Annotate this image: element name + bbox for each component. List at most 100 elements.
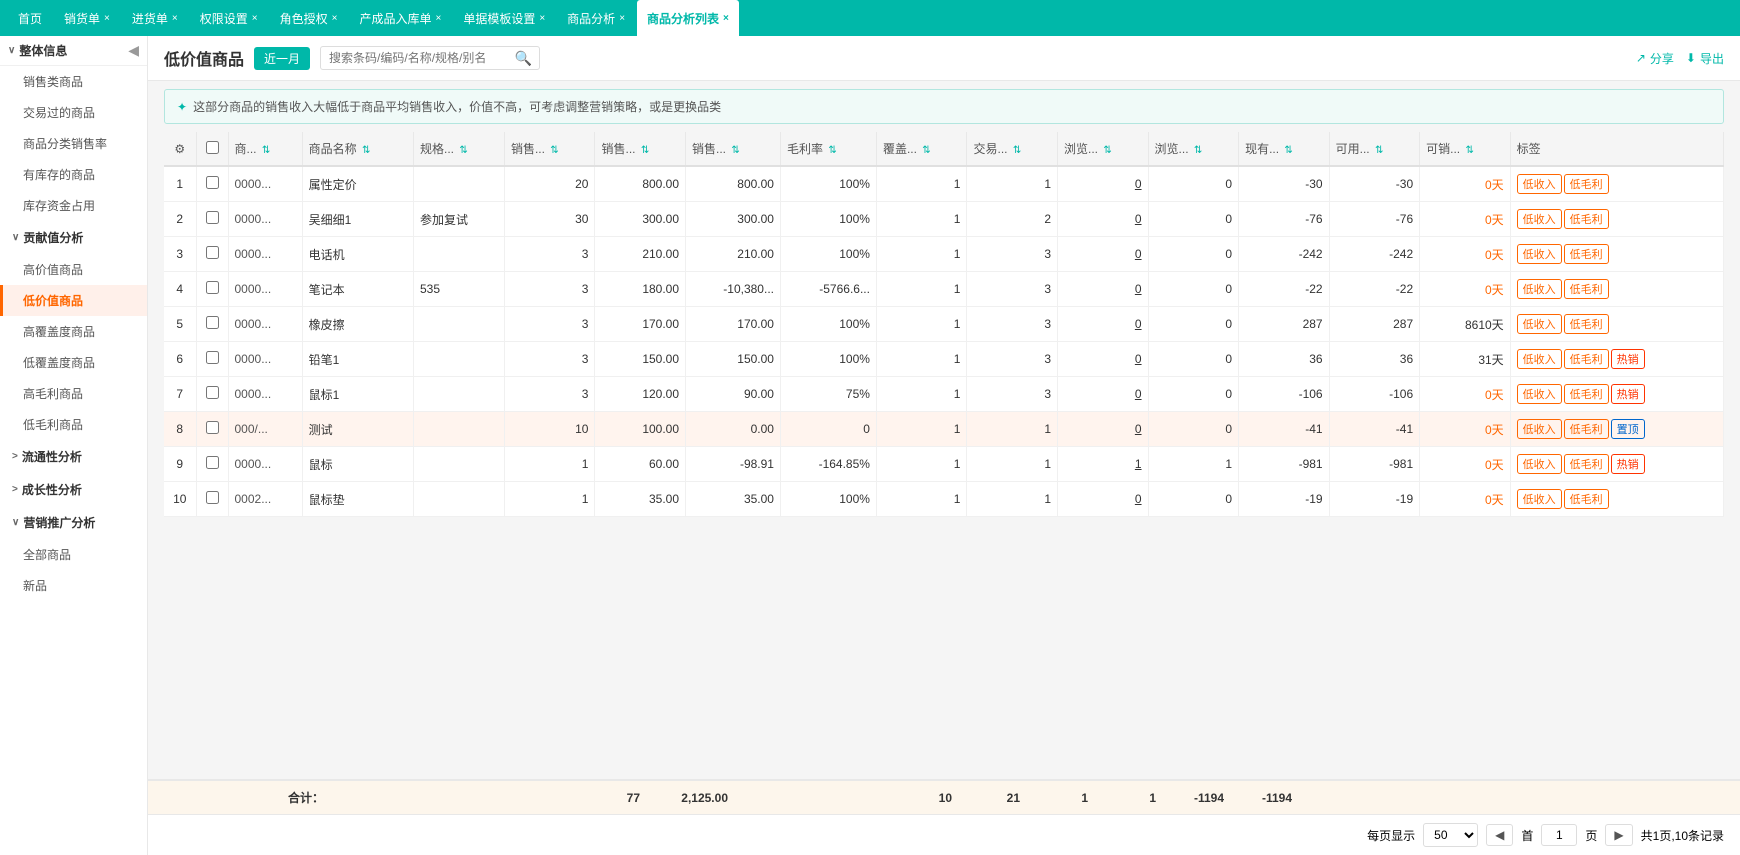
- nav-permissions[interactable]: 权限设置 ×: [190, 0, 268, 36]
- sidebar-item-high-value[interactable]: 高价值商品: [0, 254, 147, 285]
- row-spec: [414, 166, 505, 202]
- footer-s2: 2,125.00: [656, 791, 736, 805]
- nav-product-analysis-list[interactable]: 商品分析列表 ×: [637, 0, 739, 36]
- next-page-btn[interactable]: ▶: [1605, 824, 1632, 846]
- row-checkbox[interactable]: [196, 377, 228, 412]
- sidebar-item-sales-goods[interactable]: 销售类商品: [0, 66, 147, 97]
- tag-badge: 低毛利: [1564, 314, 1609, 334]
- col-name: 商品名称 ⇅: [302, 132, 413, 166]
- footer-browse2: 1: [1104, 791, 1164, 805]
- table-row: 6 0000... 铅笔1 3 150.00 150.00 100% 1 3 0…: [164, 342, 1724, 377]
- sidebar-group-growth[interactable]: > 成长性分析: [0, 473, 147, 506]
- row-num: 8: [164, 412, 196, 447]
- nav-close-icon[interactable]: ×: [619, 13, 625, 24]
- sidebar-item-low-margin[interactable]: 低毛利商品: [0, 409, 147, 440]
- nav-finished-goods[interactable]: 产成品入库单 ×: [349, 0, 451, 36]
- nav-close-icon[interactable]: ×: [332, 13, 338, 24]
- sidebar-item-category-rate[interactable]: 商品分类销售率: [0, 128, 147, 159]
- nav-close-icon[interactable]: ×: [539, 13, 545, 24]
- sidebar-group-marketing[interactable]: ∨ 营销推广分析: [0, 506, 147, 539]
- row-browse2: 0: [1148, 377, 1239, 412]
- page-input[interactable]: [1541, 824, 1577, 846]
- export-btn[interactable]: ⬇ 导出: [1686, 50, 1724, 67]
- row-browse1[interactable]: 0: [1058, 377, 1149, 412]
- row-browse1[interactable]: 0: [1058, 237, 1149, 272]
- settings-icon[interactable]: ⚙: [174, 142, 185, 156]
- nav-product-analysis[interactable]: 商品分析 ×: [557, 0, 635, 36]
- row-days: 0天: [1420, 377, 1511, 412]
- first-page-btn[interactable]: ◀: [1486, 824, 1513, 846]
- sidebar-item-traded-goods[interactable]: 交易过的商品: [0, 97, 147, 128]
- nav-close-icon[interactable]: ×: [172, 13, 178, 24]
- row-name: 铅笔1: [302, 342, 413, 377]
- row-browse2: 0: [1148, 482, 1239, 517]
- sidebar-item-low-coverage[interactable]: 低覆盖度商品: [0, 347, 147, 378]
- sidebar-group-contribution[interactable]: ∨ 贡献值分析: [0, 221, 147, 254]
- nav-close-icon[interactable]: ×: [723, 13, 729, 24]
- col-check[interactable]: [196, 132, 228, 166]
- row-stock2: -981: [1329, 447, 1420, 482]
- row-checkbox[interactable]: [196, 307, 228, 342]
- col-spec: 规格... ⇅: [414, 132, 505, 166]
- row-trade: 2: [967, 202, 1058, 237]
- nav-template-settings[interactable]: 单据模板设置 ×: [453, 0, 555, 36]
- search-input[interactable]: [320, 46, 540, 70]
- sidebar-collapse-btn[interactable]: ◀: [128, 42, 139, 59]
- sidebar-group-overall[interactable]: ∨ 整体信息: [8, 42, 67, 59]
- row-trade: 3: [967, 272, 1058, 307]
- row-checkbox[interactable]: [196, 272, 228, 307]
- nav-close-icon[interactable]: ×: [435, 13, 441, 24]
- row-browse1[interactable]: 0: [1058, 307, 1149, 342]
- row-browse1[interactable]: 0: [1058, 412, 1149, 447]
- sidebar-item-new-goods[interactable]: 新品: [0, 570, 147, 601]
- per-page-select[interactable]: 50 20 100: [1423, 823, 1478, 847]
- nav-close-icon[interactable]: ×: [104, 13, 110, 24]
- sidebar-item-low-value[interactable]: 低价值商品: [0, 285, 147, 316]
- row-name: 属性定价: [302, 166, 413, 202]
- footer-coverage: 10: [900, 791, 960, 805]
- row-code: 0000...: [228, 377, 302, 412]
- nav-close-icon[interactable]: ×: [252, 13, 258, 24]
- sidebar-item-stock-capital[interactable]: 库存资金占用: [0, 190, 147, 221]
- sidebar-item-stocked-goods[interactable]: 有库存的商品: [0, 159, 147, 190]
- filter-recent-month-btn[interactable]: 近一月: [254, 47, 310, 70]
- row-browse1[interactable]: 0: [1058, 342, 1149, 377]
- row-coverage: 1: [876, 447, 967, 482]
- row-browse2: 0: [1148, 166, 1239, 202]
- sidebar-item-high-coverage[interactable]: 高覆盖度商品: [0, 316, 147, 347]
- row-s3: 35.00: [686, 482, 781, 517]
- row-checkbox[interactable]: [196, 482, 228, 517]
- row-stock2: -242: [1329, 237, 1420, 272]
- row-checkbox[interactable]: [196, 202, 228, 237]
- select-all-checkbox[interactable]: [206, 141, 219, 154]
- table-row: 10 0002... 鼠标垫 1 35.00 35.00 100% 1 1 0 …: [164, 482, 1724, 517]
- nav-role-auth[interactable]: 角色授权 ×: [270, 0, 348, 36]
- row-checkbox[interactable]: [196, 166, 228, 202]
- row-browse1[interactable]: 0: [1058, 202, 1149, 237]
- row-checkbox[interactable]: [196, 447, 228, 482]
- nav-home[interactable]: 首页: [8, 0, 52, 36]
- col-settings[interactable]: ⚙: [164, 132, 196, 166]
- row-s2: 120.00: [595, 377, 686, 412]
- sidebar-item-all-goods[interactable]: 全部商品: [0, 539, 147, 570]
- row-browse1[interactable]: 1: [1058, 447, 1149, 482]
- row-spec: [414, 237, 505, 272]
- sidebar-item-high-margin[interactable]: 高毛利商品: [0, 378, 147, 409]
- row-spec: [414, 447, 505, 482]
- row-checkbox[interactable]: [196, 412, 228, 447]
- row-stock1: -30: [1239, 166, 1330, 202]
- row-trade: 1: [967, 447, 1058, 482]
- search-icon: 🔍: [515, 50, 532, 67]
- tag-badge: 低毛利: [1564, 174, 1609, 194]
- row-browse1[interactable]: 0: [1058, 166, 1149, 202]
- share-btn[interactable]: ↗ 分享: [1636, 50, 1674, 67]
- row-browse1[interactable]: 0: [1058, 272, 1149, 307]
- tag-badge: 低毛利: [1564, 209, 1609, 229]
- nav-purchase-order[interactable]: 进货单 ×: [122, 0, 188, 36]
- row-checkbox[interactable]: [196, 342, 228, 377]
- row-browse1[interactable]: 0: [1058, 482, 1149, 517]
- row-stock2: -22: [1329, 272, 1420, 307]
- sidebar-group-flow[interactable]: > 流通性分析: [0, 440, 147, 473]
- row-checkbox[interactable]: [196, 237, 228, 272]
- nav-sales-order[interactable]: 销货单 ×: [54, 0, 120, 36]
